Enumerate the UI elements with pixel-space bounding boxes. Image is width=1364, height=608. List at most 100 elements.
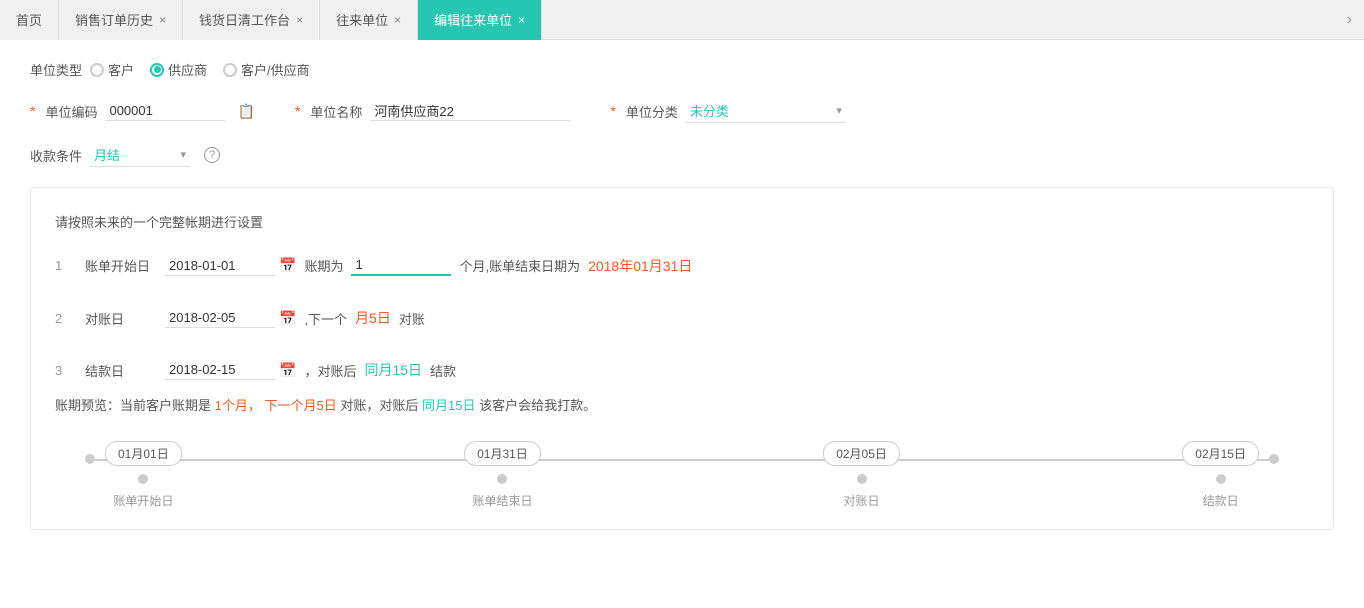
setting-row-3: 3 结款日 📅 ，对账后 同月15日 结款 [55,360,1309,380]
payment-terms-arrow-icon: ▾ [180,148,186,161]
timeline-badge-1: 01月01日 [105,441,182,466]
row-1-calendar-icon[interactable]: 📅 [279,257,296,274]
timeline-point-3: 02月05日 对账日 [823,441,900,509]
row-2-label: 对账日 [85,309,165,328]
radio-customer-label: 客户 [108,60,134,79]
timeline: 01月01日 账单开始日 01月31日 账单结束日 02月05日 [55,441,1309,509]
row-2-suffix-text: 对账 [399,309,425,328]
timeline-badge-4: 02月15日 [1182,441,1259,466]
unit-category-value: 未分类 [690,101,832,120]
row-1-number: 1 [55,258,85,273]
payment-terms-value: 月结 [94,145,176,164]
timeline-points: 01月01日 账单开始日 01月31日 账单结束日 02月05日 [75,441,1289,509]
tab-edit-partner[interactable]: 编辑往来单位 × [418,0,542,40]
timeline-label-1: 账单开始日 [113,492,173,509]
unit-code-star: * [30,103,35,119]
tab-partners-close[interactable]: × [394,13,401,27]
timeline-left-dot [85,454,95,464]
unit-category-label: 单位分类 [626,102,678,121]
payment-terms-row: 收款条件 月结 ▾ ? [30,143,1334,167]
row-1-after-text: 账期为 [304,256,343,275]
row-1-date-input[interactable] [165,256,275,276]
unit-code-copy-icon[interactable]: 📋 [237,103,254,120]
unit-code-input[interactable] [105,101,225,121]
row-1-label: 账单开始日 [85,256,165,275]
radio-supplier-circle [150,63,164,77]
timeline-point-2: 01月31日 账单结束日 [464,441,541,509]
row-3-date-input[interactable] [165,360,275,380]
row-2-calendar-icon[interactable]: 📅 [279,310,296,327]
timeline-dot-4 [1216,474,1226,484]
unit-category-group: * 单位分类 未分类 ▾ [610,99,845,123]
radio-customer[interactable]: 客户 [90,60,134,79]
row-3-label: 结款日 [85,361,165,380]
payment-terms-group: 收款条件 月结 ▾ ? [30,143,220,167]
row-3-after-text: ，对账后 [304,361,356,380]
timeline-label-3: 对账日 [844,492,880,509]
tab-edit-partner-close[interactable]: × [518,13,525,27]
timeline-dot-2 [497,474,507,484]
unit-type-row: 单位类型 客户 供应商 客户/供应商 [30,60,1334,79]
tab-bar: 首页 销售订单历史 × 钱货日清工作台 × 往来单位 × 编辑往来单位 × › [0,0,1364,40]
unit-type-radio-group: 客户 供应商 客户/供应商 [90,60,310,79]
row-2-date-input[interactable] [165,308,275,328]
timeline-badge-3: 02月05日 [823,441,900,466]
unit-code-group: * 单位编码 📋 [30,101,255,121]
timeline-dot-3 [857,474,867,484]
settings-card: 请按照未来的一个完整帐期进行设置 1 账单开始日 📅 账期为 个月,账单结束日期… [30,187,1334,530]
setting-row-1: 1 账单开始日 📅 账期为 个月,账单结束日期为 2018年01月31日 [55,255,1309,276]
timeline-point-1: 01月01日 账单开始日 [105,441,182,509]
tab-cashflow-label: 钱货日清工作台 [199,10,290,29]
radio-both-circle [223,63,237,77]
timeline-badge-2: 01月31日 [464,441,541,466]
unit-code-label: 单位编码 [45,102,97,121]
preview-part4: 同月15日 [422,398,475,413]
unit-name-label: 单位名称 [310,102,362,121]
tab-sales-order[interactable]: 销售订单历史 × [59,0,183,40]
radio-customer-circle [90,63,104,77]
unit-name-star: * [295,103,300,119]
tab-home-label: 首页 [16,10,42,29]
timeline-label-4: 结款日 [1203,492,1239,509]
row-3-calendar-icon[interactable]: 📅 [279,362,296,379]
tab-expand-button[interactable]: › [1335,11,1364,29]
unit-name-input[interactable] [370,101,570,121]
radio-supplier-label: 供应商 [168,60,207,79]
row-3-suffix-text: 结款 [430,361,456,380]
unit-name-group: * 单位名称 [295,101,570,121]
tab-partners-label: 往来单位 [336,10,388,29]
timeline-right-dot [1269,454,1279,464]
unit-category-arrow-icon: ▾ [836,104,842,117]
preview-part2: 下一个月5日 [265,398,337,413]
payment-terms-select[interactable]: 月结 ▾ [90,143,190,167]
tab-cashflow[interactable]: 钱货日清工作台 × [183,0,320,40]
row-2-highlight-text: 月5日 [355,308,391,328]
setting-row-2: 2 对账日 📅 ,下一个 月5日 对账 [55,308,1309,328]
radio-both-label: 客户/供应商 [241,60,310,79]
row-1-period-end-date: 2018年01月31日 [588,256,692,276]
row-3-highlight-text: 同月15日 [364,360,422,380]
row-1-period-suffix: 个月,账单结束日期为 [459,256,580,275]
row-2-number: 2 [55,311,85,326]
preview-prefix: 账期预览：当前客户账期是 [55,398,211,413]
tab-edit-partner-label: 编辑往来单位 [434,10,512,29]
tab-home[interactable]: 首页 [0,0,59,40]
radio-supplier[interactable]: 供应商 [150,60,207,79]
unit-type-group: 单位类型 客户 供应商 客户/供应商 [30,60,310,79]
tab-sales-order-close[interactable]: × [159,13,166,27]
preview-part1: 1个月， [215,398,261,413]
tab-cashflow-close[interactable]: × [296,13,303,27]
preview-part3: 对账，对账后 [340,398,418,413]
payment-terms-label: 收款条件 [30,146,82,165]
unit-type-label: 单位类型 [30,60,82,79]
radio-both[interactable]: 客户/供应商 [223,60,310,79]
preview-suffix: 该客户会给我打款。 [479,398,596,413]
unit-category-select[interactable]: 未分类 ▾ [686,99,846,123]
payment-terms-help-icon[interactable]: ? [204,147,220,163]
timeline-label-2: 账单结束日 [472,492,532,509]
row-3-number: 3 [55,363,85,378]
tab-partners[interactable]: 往来单位 × [320,0,418,40]
preview-text: 账期预览：当前客户账期是 1个月， 下一个月5日 对账，对账后 同月15日 该客… [55,396,1309,417]
timeline-dot-1 [138,474,148,484]
row-1-period-input[interactable] [351,255,451,276]
